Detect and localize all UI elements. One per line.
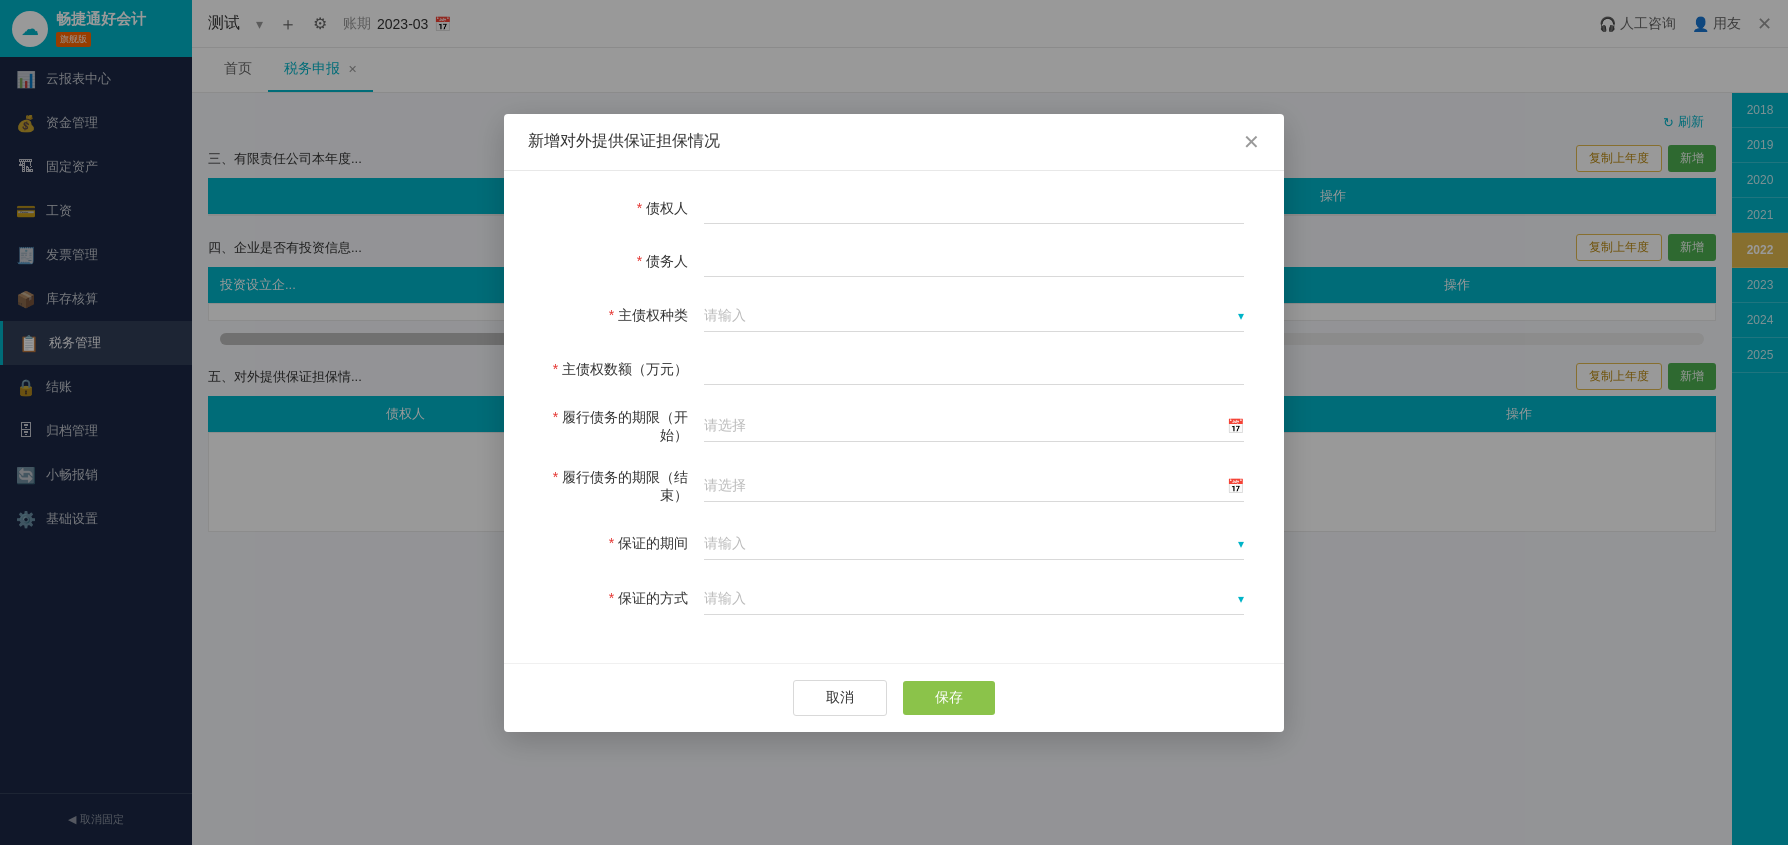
cancel-button[interactable]: 取消 <box>793 680 887 716</box>
form-row-claim-type: * 主债权种类 请输入 ▾ <box>544 301 1244 332</box>
form-row-period-start: * 履行债务的期限（开始） 请选择 📅 <box>544 409 1244 445</box>
select-guarantee-period-placeholder: 请输入 <box>704 535 1238 553</box>
date-start-placeholder: 请选择 <box>704 417 1227 435</box>
modal-body: * 债权人 * 债务人 * 主债权种类 请输入 <box>504 171 1284 663</box>
chevron-down-icon-3: ▾ <box>1238 592 1244 606</box>
modal-header: 新增对外提供保证担保情况 ✕ <box>504 114 1284 171</box>
form-label-claim-type: * 主债权种类 <box>544 307 704 325</box>
select-claim-type[interactable]: 请输入 ▾ <box>704 301 1244 332</box>
form-label-period-start: * 履行债务的期限（开始） <box>544 409 704 445</box>
modal-overlay[interactable]: 新增对外提供保证担保情况 ✕ * 债权人 * 债务人 <box>0 0 1788 845</box>
input-creditor[interactable] <box>704 195 1244 224</box>
date-period-end[interactable]: 请选择 📅 <box>704 471 1244 502</box>
select-guarantee-method-placeholder: 请输入 <box>704 590 1238 608</box>
input-claim-amount[interactable] <box>704 356 1244 385</box>
modal: 新增对外提供保证担保情况 ✕ * 债权人 * 债务人 <box>504 114 1284 732</box>
form-label-guarantee-period: * 保证的期间 <box>544 535 704 553</box>
select-guarantee-period[interactable]: 请输入 ▾ <box>704 529 1244 560</box>
calendar-start-icon[interactable]: 📅 <box>1227 418 1244 434</box>
required-mark-4: * <box>553 361 558 377</box>
calendar-end-icon[interactable]: 📅 <box>1227 478 1244 494</box>
modal-footer: 取消 保存 <box>504 663 1284 732</box>
date-end-placeholder: 请选择 <box>704 477 1227 495</box>
date-period-start[interactable]: 请选择 📅 <box>704 411 1244 442</box>
form-row-creditor: * 债权人 <box>544 195 1244 224</box>
select-guarantee-method[interactable]: 请输入 ▾ <box>704 584 1244 615</box>
required-mark-8: * <box>609 590 614 606</box>
required-mark-7: * <box>609 535 614 551</box>
form-row-period-end: * 履行债务的期限（结束） 请选择 📅 <box>544 469 1244 505</box>
select-claim-type-placeholder: 请输入 <box>704 307 1238 325</box>
required-mark: * <box>637 200 642 216</box>
form-label-guarantee-method: * 保证的方式 <box>544 590 704 608</box>
required-mark-2: * <box>637 253 642 269</box>
form-row-debtor: * 债务人 <box>544 248 1244 277</box>
form-label-period-end: * 履行债务的期限（结束） <box>544 469 704 505</box>
input-debtor[interactable] <box>704 248 1244 277</box>
form-label-claim-amount: * 主债权数额（万元） <box>544 361 704 379</box>
modal-close-btn[interactable]: ✕ <box>1243 130 1260 154</box>
required-mark-5: * <box>553 409 558 425</box>
form-row-guarantee-period: * 保证的期间 请输入 ▾ <box>544 529 1244 560</box>
required-mark-6: * <box>553 469 558 485</box>
save-button[interactable]: 保存 <box>903 681 995 715</box>
chevron-down-icon-1: ▾ <box>1238 309 1244 323</box>
required-mark-3: * <box>609 307 614 323</box>
chevron-down-icon-2: ▾ <box>1238 537 1244 551</box>
modal-title: 新增对外提供保证担保情况 <box>528 131 720 152</box>
form-label-creditor: * 债权人 <box>544 200 704 218</box>
form-label-debtor: * 债务人 <box>544 253 704 271</box>
form-row-claim-amount: * 主债权数额（万元） <box>544 356 1244 385</box>
form-row-guarantee-method: * 保证的方式 请输入 ▾ <box>544 584 1244 615</box>
